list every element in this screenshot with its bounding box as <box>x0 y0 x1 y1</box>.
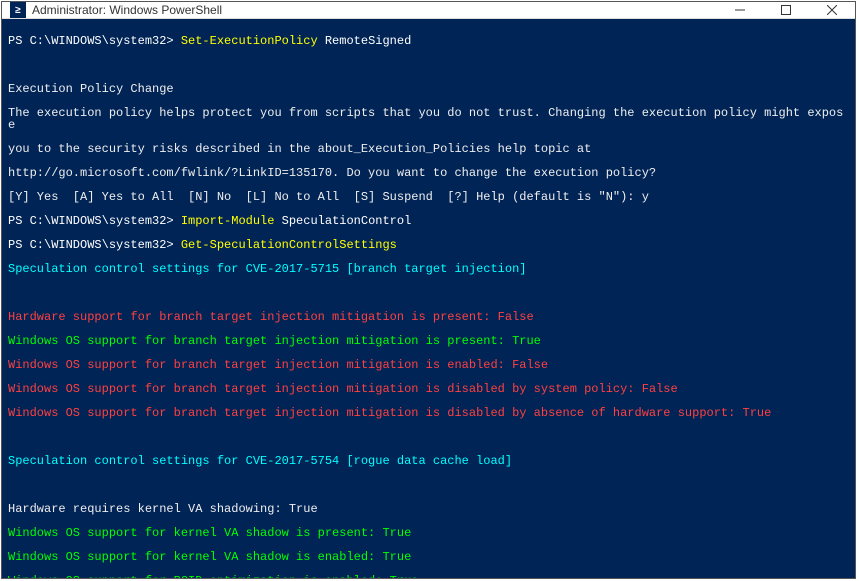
output-text: you to the security risks described in t… <box>8 143 849 155</box>
section-header: Speculation control settings for CVE-201… <box>8 263 849 275</box>
powershell-window: ≥ Administrator: Windows PowerShell PS C… <box>1 1 856 579</box>
command: Import-Module <box>181 214 275 228</box>
maximize-icon <box>781 5 791 15</box>
output-text: [Y] Yes [A] Yes to All [N] No [L] No to … <box>8 191 849 203</box>
prompt: PS C:\WINDOWS\system32> <box>8 238 181 252</box>
window-controls <box>717 2 855 18</box>
status-line: Windows OS support for kernel VA shadow … <box>8 527 849 539</box>
status-line: Hardware requires kernel VA shadowing: T… <box>8 503 849 515</box>
section-header: Speculation control settings for CVE-201… <box>8 455 849 467</box>
status-line: Windows OS support for kernel VA shadow … <box>8 551 849 563</box>
output-text: Execution Policy Change <box>8 83 849 95</box>
terminal-output[interactable]: PS C:\WINDOWS\system32> Set-ExecutionPol… <box>2 19 855 578</box>
status-line: Windows OS support for branch target inj… <box>8 359 849 371</box>
maximize-button[interactable] <box>763 2 809 18</box>
status-line: Windows OS support for branch target inj… <box>8 383 849 395</box>
status-line: Windows OS support for branch target inj… <box>8 407 849 419</box>
prompt: PS C:\WINDOWS\system32> <box>8 214 181 228</box>
minimize-icon <box>735 5 745 15</box>
minimize-button[interactable] <box>717 2 763 18</box>
close-button[interactable] <box>809 2 855 18</box>
powershell-icon: ≥ <box>10 2 26 18</box>
command: Set-ExecutionPolicy <box>181 34 318 48</box>
status-line: Hardware support for branch target injec… <box>8 311 849 323</box>
command: Get-SpeculationControlSettings <box>181 238 397 252</box>
status-line: Windows OS support for PCID optimization… <box>8 575 849 578</box>
output-text: http://go.microsoft.com/fwlink/?LinkID=1… <box>8 167 849 179</box>
close-icon <box>827 5 837 15</box>
prompt: PS C:\WINDOWS\system32> <box>8 34 181 48</box>
output-text: The execution policy helps protect you f… <box>8 107 849 131</box>
command-arg: RemoteSigned <box>318 34 412 48</box>
command-arg: SpeculationControl <box>274 214 411 228</box>
status-line: Windows OS support for branch target inj… <box>8 335 849 347</box>
window-title: Administrator: Windows PowerShell <box>32 3 222 17</box>
titlebar[interactable]: ≥ Administrator: Windows PowerShell <box>2 2 855 19</box>
